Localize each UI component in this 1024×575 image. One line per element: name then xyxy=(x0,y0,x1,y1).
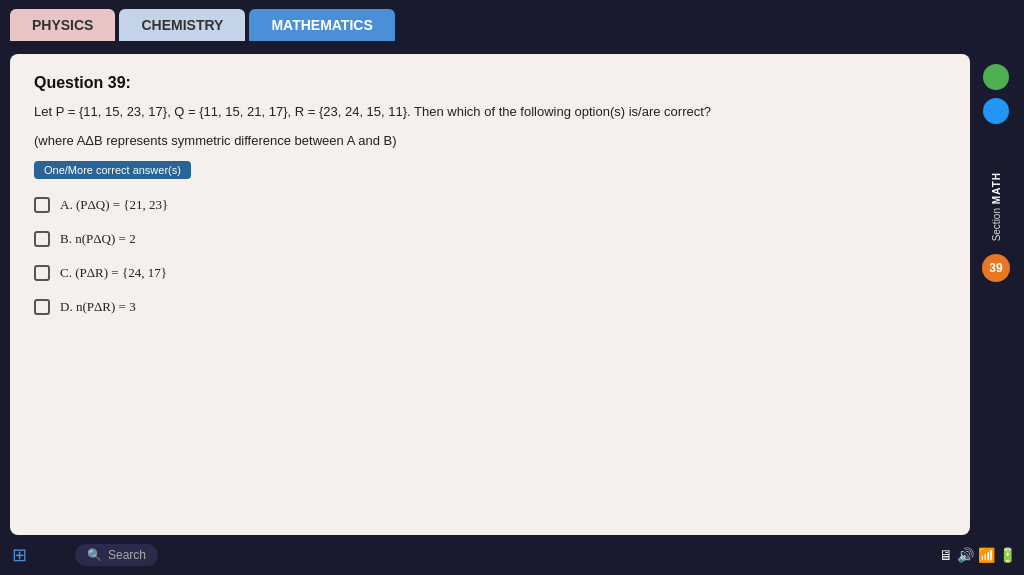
option-b-checkbox[interactable] xyxy=(34,231,50,247)
search-icon: 🔍 xyxy=(87,548,102,562)
option-a-checkbox[interactable] xyxy=(34,197,50,213)
answer-type-badge: One/More correct answer(s) xyxy=(34,161,191,179)
option-b: B. n(PΔQ) = 2 xyxy=(34,231,946,247)
question-card: Question 39: Let P = {11, 15, 23, 17}, Q… xyxy=(10,54,970,535)
option-b-label: B. n(PΔQ) = 2 xyxy=(60,231,136,247)
tab-chemistry[interactable]: CHEMISTRY xyxy=(119,9,245,41)
question-text-line1: Let P = {11, 15, 23, 17}, Q = {11, 15, 2… xyxy=(34,102,946,123)
options-list: A. (PΔQ) = {21, 23} B. n(PΔQ) = 2 C. (PΔ… xyxy=(34,197,946,315)
question-title: Question 39: xyxy=(34,74,946,92)
sidebar-section-label: Section xyxy=(991,208,1002,241)
option-d-checkbox[interactable] xyxy=(34,299,50,315)
question-text-line2: (where AΔB represents symmetric differen… xyxy=(34,131,946,152)
tab-physics[interactable]: PHYSICS xyxy=(10,9,115,41)
tab-bar: PHYSICS CHEMISTRY MATHEMATICS xyxy=(0,0,1024,44)
windows-icon[interactable]: ⊞ xyxy=(12,544,27,566)
option-d-label: D. n(PΔR) = 3 xyxy=(60,299,136,315)
option-c-label: C. (PΔR) = {24, 17} xyxy=(60,265,167,281)
status-dot-green[interactable] xyxy=(983,64,1009,90)
taskbar-search-label: Search xyxy=(108,548,146,562)
question-number-badge[interactable]: 39 xyxy=(982,254,1010,282)
option-d: D. n(PΔR) = 3 xyxy=(34,299,946,315)
option-a: A. (PΔQ) = {21, 23} xyxy=(34,197,946,213)
right-sidebar: MATH Section 39 xyxy=(978,54,1014,535)
main-area: Question 39: Let P = {11, 15, 23, 17}, Q… xyxy=(0,44,1024,535)
option-a-label: A. (PΔQ) = {21, 23} xyxy=(60,197,168,213)
taskbar-search[interactable]: 🔍 Search xyxy=(75,544,158,566)
taskbar: ⊞ 🔍 Search 🖥 🔊 📶 🔋 xyxy=(0,535,1024,575)
status-dot-blue[interactable] xyxy=(983,98,1009,124)
option-c-checkbox[interactable] xyxy=(34,265,50,281)
sidebar-math-label: MATH xyxy=(991,172,1002,204)
taskbar-icons: 🖥 🔊 📶 🔋 xyxy=(939,547,1016,563)
option-c: C. (PΔR) = {24, 17} xyxy=(34,265,946,281)
tab-mathematics[interactable]: MATHEMATICS xyxy=(249,9,394,41)
